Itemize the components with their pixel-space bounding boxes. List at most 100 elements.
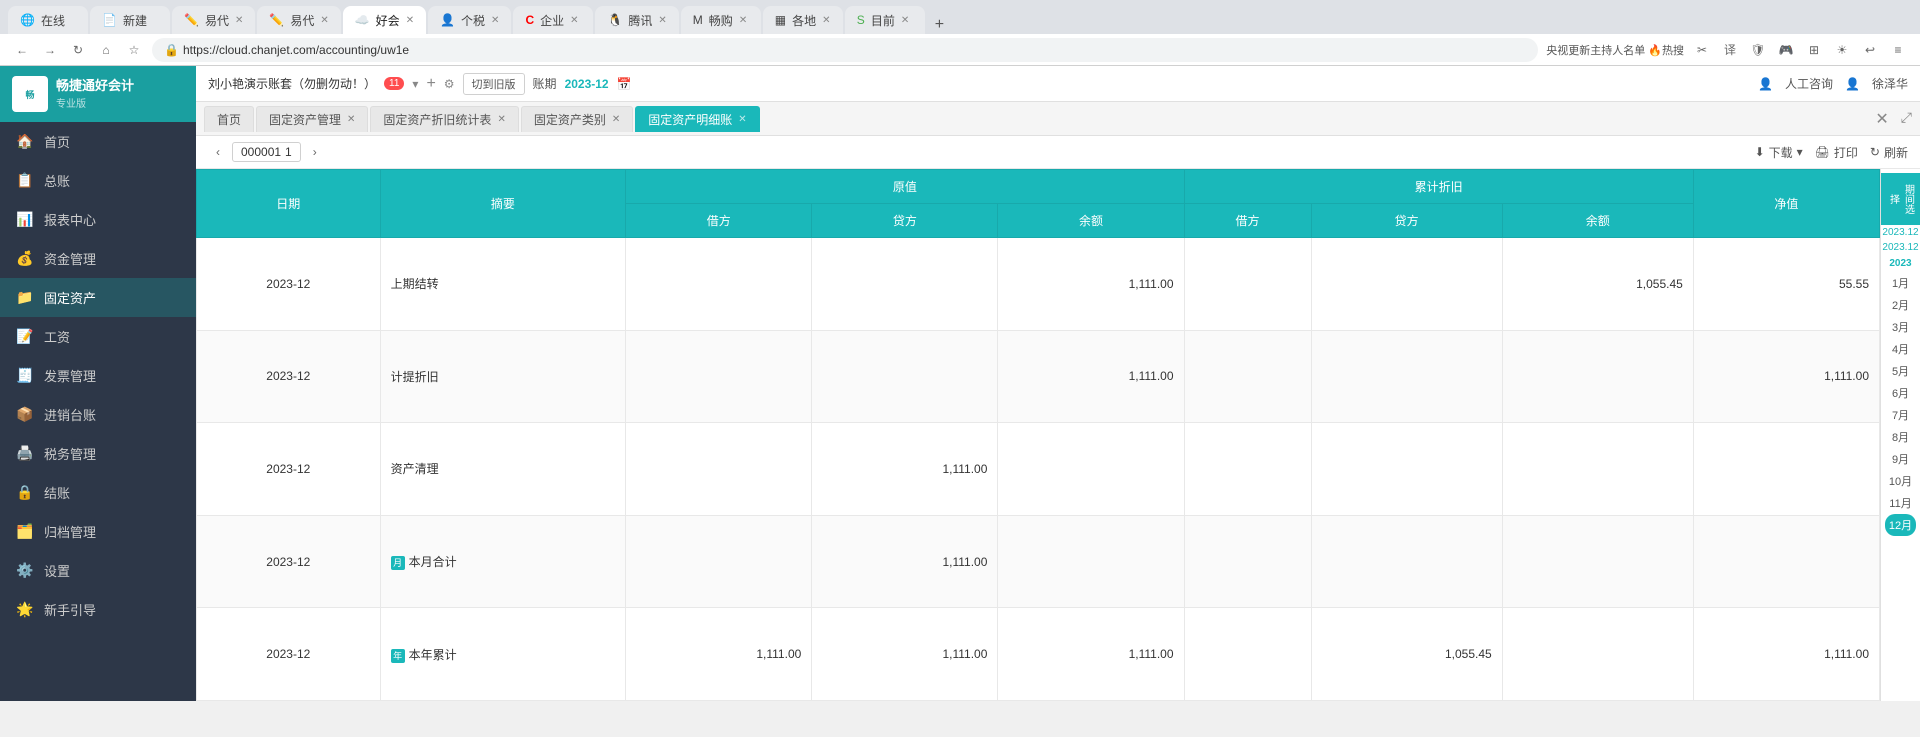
sidebar-item-fixed-assets[interactable]: 📁 固定资产 [0, 278, 196, 317]
col-accumulated-depreciation: 累计折旧 [1184, 170, 1693, 204]
browser-tab-yidai1[interactable]: ✏️ 易代 ✕ [172, 6, 255, 34]
tab-label-qiye: 企业 [540, 12, 564, 29]
new-tab-button[interactable]: + [927, 16, 952, 34]
tab-close-gedi[interactable]: ✕ [822, 15, 830, 26]
refresh-action[interactable]: ↻ 刷新 [1870, 144, 1908, 161]
url-text: https://cloud.chanjet.com/accounting/uw1… [183, 43, 409, 57]
switch-version-button[interactable]: 切到旧版 [463, 73, 525, 95]
settings-button[interactable]: ⚙ [444, 77, 455, 91]
tab-close-yidai1[interactable]: ✕ [235, 15, 243, 26]
print-action[interactable]: 🖨 打印 [1815, 144, 1858, 161]
tab-close-chang[interactable]: ✕ [739, 15, 747, 26]
sidebar-item-settings[interactable]: ⚙️ 设置 [0, 551, 196, 590]
home-button[interactable]: ⌂ [96, 40, 116, 60]
browser-tab-new[interactable]: 📄 新建 [90, 6, 170, 34]
table-cell-3-2 [626, 515, 812, 608]
tab-close-muqian[interactable]: ✕ [901, 15, 909, 26]
nav-arrows: ‹ 000001 1 › [208, 142, 325, 162]
month-2[interactable]: 2月 [1881, 294, 1920, 316]
browser-tab-geshui[interactable]: 👤 个税 ✕ [428, 6, 511, 34]
browser-tab-online[interactable]: 🌐 在线 [8, 6, 88, 34]
month-11[interactable]: 11月 [1881, 492, 1920, 514]
sidebar-item-funds[interactable]: 💰 资金管理 [0, 239, 196, 278]
period-value: 2023-12 [565, 77, 609, 91]
dropdown-arrow-icon[interactable]: ▾ [412, 77, 418, 91]
month-12[interactable]: 12月 [1885, 514, 1916, 536]
tab-close-tengxun[interactable]: ✕ [658, 15, 666, 26]
month-9[interactable]: 9月 [1881, 448, 1920, 470]
expand-window-button[interactable]: ⤢ [1901, 109, 1912, 129]
sidebar-item-archive[interactable]: 🗂️ 归档管理 [0, 512, 196, 551]
account-num-text: 000001 [241, 145, 281, 159]
help-icon: 👤 [1758, 77, 1773, 91]
sidebar-item-ledger[interactable]: 📋 总账 [0, 161, 196, 200]
sidebar-item-invoice[interactable]: 🧾 发票管理 [0, 356, 196, 395]
browser-tab-haokuai[interactable]: ☁️ 好会 ✕ [343, 6, 426, 34]
forward-button[interactable]: → [40, 40, 60, 60]
address-input[interactable]: 🔒 https://cloud.chanjet.com/accounting/u… [152, 38, 1538, 62]
close-asset-category[interactable]: ✕ [612, 114, 620, 125]
tab-depreciation-stats[interactable]: 固定资产折旧统计表 ✕ [370, 106, 518, 132]
tab-icon-tengxun: 🐧 [607, 13, 622, 27]
tab-asset-category[interactable]: 固定资产类别 ✕ [521, 106, 633, 132]
tab-close-haokuai[interactable]: ✕ [406, 15, 414, 26]
sidebar-item-reports[interactable]: 📊 报表中心 [0, 200, 196, 239]
month-10[interactable]: 10月 [1881, 470, 1920, 492]
table-cell-3-6 [1311, 515, 1502, 608]
table-cell-3-4 [998, 515, 1184, 608]
reload-button[interactable]: ↻ [68, 40, 88, 60]
prev-button[interactable]: ‹ [208, 142, 228, 162]
table-row: 2023-12月本月合计1,111.00 [197, 515, 1880, 608]
browser-tab-tengxun[interactable]: 🐧 腾讯 ✕ [595, 6, 678, 34]
month-4[interactable]: 4月 [1881, 338, 1920, 360]
tab-home[interactable]: 首页 [204, 106, 254, 132]
data-table: 日期 摘要 原值 累计折旧 净值 借方 贷方 余额 借方 贷方 余额 [196, 169, 1880, 701]
sidebar-item-home[interactable]: 🏠 首页 [0, 122, 196, 161]
user-btn[interactable]: 徐泽华 [1872, 75, 1908, 92]
table-cell-2-1: 资产清理 [380, 423, 626, 516]
next-button[interactable]: › [305, 142, 325, 162]
bookmark-button[interactable]: ☆ [124, 40, 144, 60]
add-button[interactable]: + [426, 75, 435, 93]
month-8[interactable]: 8月 [1881, 426, 1920, 448]
calendar-icon[interactable]: 📅 [617, 77, 632, 91]
month-7[interactable]: 7月 [1881, 404, 1920, 426]
sidebar-label-closing: 结账 [44, 483, 70, 502]
month-6[interactable]: 6月 [1881, 382, 1920, 404]
sun-icon[interactable]: ☀ [1832, 40, 1852, 60]
tab-close-qiye[interactable]: ✕ [570, 15, 578, 26]
shield-icon[interactable]: 🛡 [1748, 40, 1768, 60]
close-depreciation-stats[interactable]: ✕ [497, 114, 505, 125]
grid-icon[interactable]: ⊞ [1804, 40, 1824, 60]
tab-asset-detail[interactable]: 固定资产明细账 ✕ [635, 106, 759, 132]
game-icon[interactable]: 🎮 [1776, 40, 1796, 60]
sidebar-item-closing[interactable]: 🔒 结账 [0, 473, 196, 512]
browser-tab-yidai2[interactable]: ✏️ 易代 ✕ [257, 6, 340, 34]
tab-close-yidai2[interactable]: ✕ [320, 15, 328, 26]
close-asset-mgmt[interactable]: ✕ [347, 114, 355, 125]
scissors-icon[interactable]: ✂ [1692, 40, 1712, 60]
month-5[interactable]: 5月 [1881, 360, 1920, 382]
close-window-button[interactable]: ✕ [1875, 109, 1888, 129]
sidebar-item-guide[interactable]: 🌟 新手引导 [0, 590, 196, 629]
download-action[interactable]: ⬇ 下载 ▾ [1755, 144, 1803, 161]
download-label: 下载 [1769, 144, 1793, 161]
back-button[interactable]: ← [12, 40, 32, 60]
sidebar-item-payroll[interactable]: 📝 工资 [0, 317, 196, 356]
browser-tab-muqian[interactable]: S 目前 ✕ [845, 6, 925, 34]
sidebar-item-stock[interactable]: 📦 进销台账 [0, 395, 196, 434]
tab-label-new: 新建 [123, 12, 147, 29]
tab-close-geshui[interactable]: ✕ [491, 15, 499, 26]
month-3[interactable]: 3月 [1881, 316, 1920, 338]
close-asset-detail[interactable]: ✕ [738, 114, 746, 125]
month-1[interactable]: 1月 [1881, 272, 1920, 294]
menu-icon[interactable]: ≡ [1888, 40, 1908, 60]
sidebar-item-tax[interactable]: 🖨️ 税务管理 [0, 434, 196, 473]
browser-tab-gedi[interactable]: ▦ 各地 ✕ [763, 6, 843, 34]
history-icon[interactable]: ↩ [1860, 40, 1880, 60]
tab-asset-mgmt[interactable]: 固定资产管理 ✕ [256, 106, 368, 132]
browser-tab-qiye[interactable]: C 企业 ✕ [513, 6, 593, 34]
browser-tab-chang[interactable]: M 畅购 ✕ [681, 6, 761, 34]
translate-icon[interactable]: 译 [1720, 40, 1740, 60]
help-btn[interactable]: 人工咨询 [1785, 75, 1833, 92]
